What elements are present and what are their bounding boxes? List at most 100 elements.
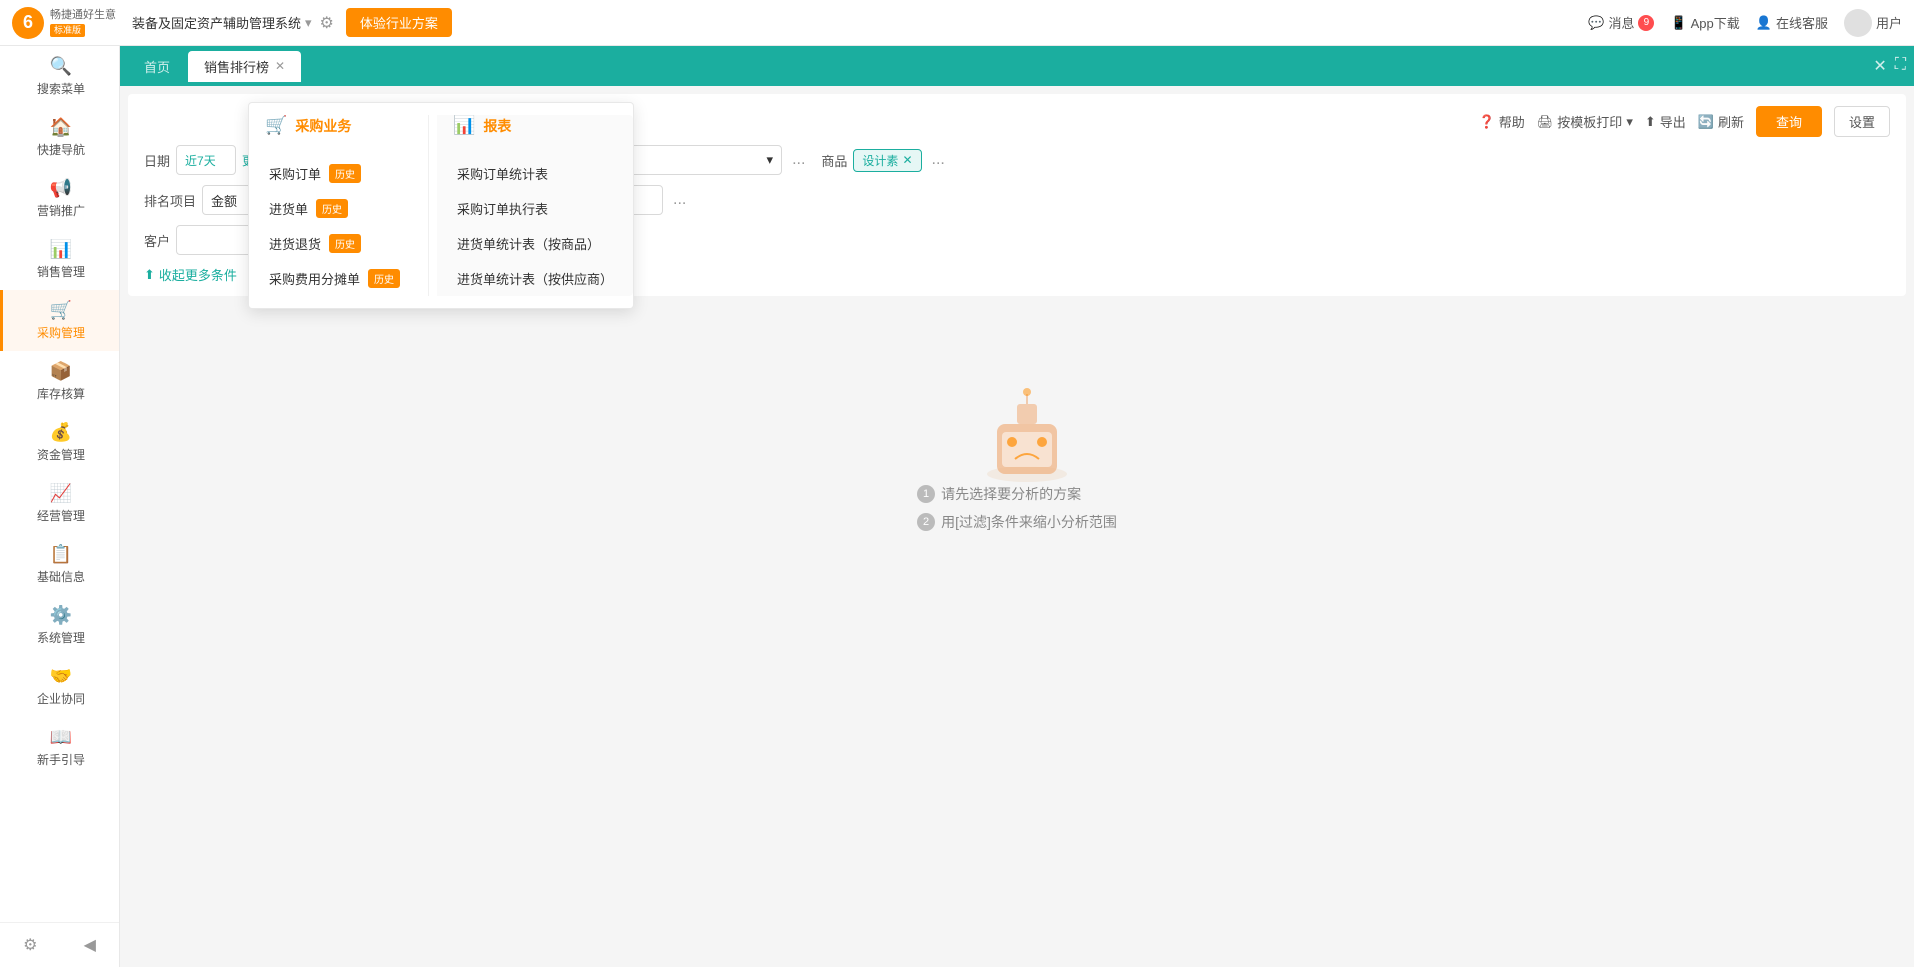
- menu-item-incoming[interactable]: 进货单 历史: [265, 191, 404, 226]
- menu-col-reports: 📊 报表 采购订单统计表 采购订单执行表 进货单统计表（按商品） 进货单统计表（…: [437, 115, 633, 296]
- tabs-controls: ✕ ⛶: [1873, 56, 1906, 76]
- date-quick-select[interactable]: 近7天: [176, 145, 236, 175]
- top-bar-right: 💬 消息 9 📱 App下载 👤 在线客服 用户: [1588, 9, 1902, 37]
- sidebar-item-finance[interactable]: 💰 资金管理: [0, 412, 119, 473]
- menu-item-report-order-stat[interactable]: 采购订单统计表: [453, 156, 617, 191]
- status-chevron: ▾: [767, 152, 774, 168]
- collapse-sidebar-icon[interactable]: ◀: [84, 935, 96, 955]
- tabs-bar: 首页 销售排行榜 ✕ ✕ ⛶: [120, 46, 1914, 86]
- goods-label: 商品: [821, 151, 847, 170]
- sidebar: 🔍 搜索菜单 🏠 快捷导航 📢 营销推广 📊 销售管理 🛒 采购管理 📦 库存核…: [0, 46, 120, 967]
- menu-item-report-incoming-goods[interactable]: 进货单统计表（按商品）: [453, 226, 617, 261]
- print-btn[interactable]: 🖨 按模板打印 ▾: [1537, 112, 1633, 131]
- industry-btn[interactable]: 体验行业方案: [346, 8, 452, 37]
- step2-num: 2: [917, 513, 935, 531]
- purchase-dropdown-menu: 🛒 采购业务 采购订单 历史 进货单 历史 进货退货 历史 采购费用分摊单: [248, 102, 634, 309]
- sidebar-item-purchase[interactable]: 🛒 采购管理: [0, 290, 119, 351]
- reports-menu-icon: 📊: [453, 115, 475, 136]
- tab-home[interactable]: 首页: [128, 51, 186, 82]
- menu-col-title-purchase: 🛒 采购业务: [265, 115, 404, 144]
- sidebar-item-sales[interactable]: 📊 销售管理: [0, 229, 119, 290]
- enterprise-icon: 🤝: [50, 666, 72, 687]
- system-name: 装备及固定资产辅助管理系统: [132, 13, 301, 32]
- badge-cost: 历史: [368, 269, 400, 288]
- content-area: 首页 销售排行榜 ✕ ✕ ⛶ ❓ 帮助: [120, 46, 1914, 967]
- sidebar-bottom: ⚙ ◀: [0, 922, 119, 967]
- search-icon: 🔍: [50, 56, 72, 77]
- goods-filter: 商品 设计素 ✕ ...: [821, 149, 944, 172]
- phone-icon: 📱: [1670, 15, 1686, 31]
- menu-item-report-incoming-supplier[interactable]: 进货单统计表（按供应商）: [453, 261, 617, 296]
- status-dots[interactable]: ...: [792, 151, 805, 169]
- sidebar-item-quicknav[interactable]: 🏠 快捷导航: [0, 107, 119, 168]
- menu-col-purchase: 🛒 采购业务 采购订单 历史 进货单 历史 进货退货 历史 采购费用分摊单: [249, 115, 420, 296]
- sidebar-item-system[interactable]: ⚙️ 系统管理: [0, 595, 119, 656]
- menu-divider: [428, 115, 429, 296]
- help-icon: ❓: [1479, 114, 1495, 130]
- collapse-icon: ⬆: [144, 267, 155, 283]
- top-bar: 6 畅捷通好生意 标准版 装备及固定资产辅助管理系统 ▾ ⚙ 体验行业方案 💬 …: [0, 0, 1914, 46]
- badge-purchase-order: 历史: [329, 164, 361, 183]
- help-btn[interactable]: ❓ 帮助: [1479, 112, 1525, 131]
- refresh-btn[interactable]: 🔄 刷新: [1698, 112, 1744, 131]
- system-settings-icon[interactable]: ⚙: [320, 13, 334, 33]
- finance-icon: 💰: [50, 422, 72, 443]
- sidebar-item-stock[interactable]: 📦 库存核算: [0, 351, 119, 412]
- message-badge: 9: [1638, 15, 1654, 31]
- badge-incoming: 历史: [316, 199, 348, 218]
- main-layout: 🔍 搜索菜单 🏠 快捷导航 📢 营销推广 📊 销售管理 🛒 采购管理 📦 库存核…: [0, 46, 1914, 967]
- marketing-icon: 📢: [50, 178, 72, 199]
- export-btn[interactable]: ⬆ 导出: [1645, 112, 1686, 131]
- salesperson-dots[interactable]: ...: [673, 191, 686, 209]
- home-icon: 🏠: [50, 117, 72, 138]
- step1-num: 1: [917, 485, 935, 503]
- logo-area: 6 畅捷通好生意 标准版: [12, 7, 132, 39]
- sidebar-item-search[interactable]: 🔍 搜索菜单: [0, 46, 119, 107]
- logo-text: 畅捷通好生意 标准版: [50, 8, 116, 38]
- newbie-icon: 📖: [50, 727, 72, 748]
- user-item[interactable]: 用户: [1844, 9, 1902, 37]
- empty-state: 1 请先选择要分析的方案 2 用[过滤]条件来缩小分析范围: [120, 304, 1914, 616]
- sidebar-item-operation[interactable]: 📈 经营管理: [0, 473, 119, 534]
- goods-dots[interactable]: ...: [932, 151, 945, 169]
- app-download-item[interactable]: 📱 App下载: [1670, 13, 1739, 32]
- sidebar-item-basic[interactable]: 📋 基础信息: [0, 534, 119, 595]
- menu-item-return[interactable]: 进货退货 历史: [265, 226, 404, 261]
- operation-icon: 📈: [50, 483, 72, 504]
- avatar: [1844, 9, 1872, 37]
- service-icon: 👤: [1756, 15, 1772, 31]
- system-dropdown-icon[interactable]: ▾: [305, 15, 312, 31]
- goods-tag: 设计素 ✕: [853, 149, 921, 172]
- logo-icon: 6: [12, 7, 44, 39]
- sidebar-item-marketing[interactable]: 📢 营销推广: [0, 168, 119, 229]
- tab-close-icon[interactable]: ✕: [275, 59, 285, 73]
- customer-label: 客户: [144, 231, 170, 250]
- sidebar-item-newbie[interactable]: 📖 新手引导: [0, 717, 119, 778]
- settings-btn[interactable]: 设置: [1834, 106, 1890, 137]
- basic-icon: 📋: [50, 544, 72, 565]
- tab-expand-icon[interactable]: ⛶: [1895, 56, 1906, 76]
- export-icon: ⬆: [1645, 114, 1656, 130]
- empty-illustration: [967, 384, 1067, 464]
- goods-tag-close[interactable]: ✕: [902, 153, 912, 167]
- tab-sales-rank[interactable]: 销售排行榜 ✕: [188, 51, 301, 82]
- purchase-menu-icon: 🛒: [265, 115, 287, 136]
- settings-bottom-icon[interactable]: ⚙: [23, 935, 37, 955]
- system-area: 装备及固定资产辅助管理系统 ▾ ⚙ 体验行业方案: [132, 8, 1588, 37]
- query-btn[interactable]: 查询: [1756, 106, 1822, 137]
- message-icon: 💬: [1588, 15, 1604, 31]
- purchase-icon: 🛒: [50, 300, 72, 321]
- system-icon: ⚙️: [50, 605, 72, 626]
- menu-item-purchase-order[interactable]: 采购订单 历史: [265, 156, 404, 191]
- online-service-item[interactable]: 👤 在线客服: [1756, 13, 1828, 32]
- stock-icon: 📦: [50, 361, 72, 382]
- tab-close-all-icon[interactable]: ✕: [1873, 56, 1886, 76]
- date-label: 日期: [144, 151, 170, 170]
- refresh-icon: 🔄: [1698, 114, 1714, 130]
- badge-return: 历史: [329, 234, 361, 253]
- menu-item-report-order-exec[interactable]: 采购订单执行表: [453, 191, 617, 226]
- sidebar-item-enterprise[interactable]: 🤝 企业协同: [0, 656, 119, 717]
- message-item[interactable]: 💬 消息 9: [1588, 13, 1654, 32]
- menu-item-cost[interactable]: 采购费用分摊单 历史: [265, 261, 404, 296]
- sales-icon: 📊: [50, 239, 72, 260]
